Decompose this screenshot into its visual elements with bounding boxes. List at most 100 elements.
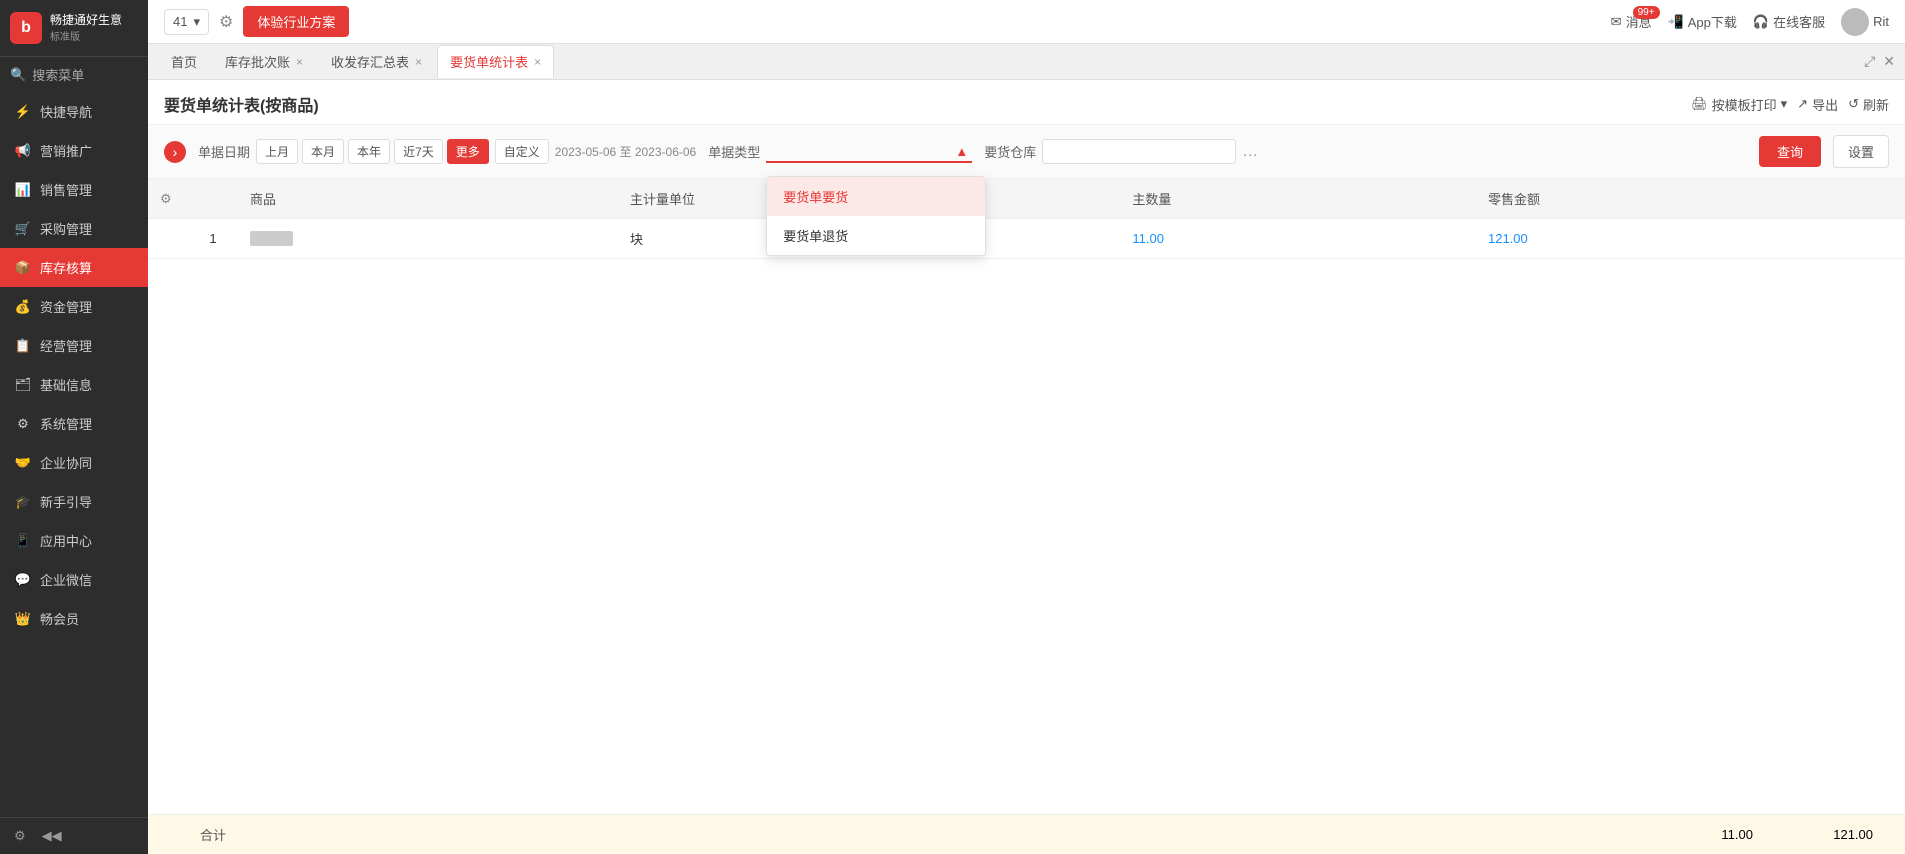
type-option-order-goods[interactable]: 要货单要货 (767, 177, 985, 216)
messages-btn[interactable]: ✉ 消息 99+ (1611, 12, 1652, 31)
col-product: 商品 (238, 179, 618, 219)
collapse-icon[interactable]: ◀◀ (42, 828, 62, 844)
sidebar-item-label: 基础信息 (40, 375, 92, 394)
sidebar-item-operation[interactable]: 📋 经营管理 (0, 326, 148, 365)
online-service-btn[interactable]: 🎧 在线客服 (1753, 12, 1825, 31)
settings-footer-icon[interactable]: ⚙ (14, 828, 26, 844)
column-settings-icon[interactable]: ⚙ (160, 191, 172, 206)
apps-icon: 📱 (14, 533, 32, 549)
tab-batch-close[interactable]: × (296, 55, 303, 69)
type-select-arrow[interactable]: ▲ (955, 144, 968, 159)
quick-nav-icon: ⚡ (14, 104, 32, 120)
refresh-btn[interactable]: ↺ 刷新 (1848, 95, 1889, 114)
sidebar-item-vip[interactable]: 👑 畅会员 (0, 599, 148, 638)
refresh-icon: ↺ (1848, 96, 1859, 112)
footer-amount: 121.00 (1773, 827, 1893, 842)
date-btn-more[interactable]: 更多 (447, 139, 489, 164)
tab-collect-summary[interactable]: 收发存汇总表 × (318, 45, 435, 78)
export-label: 导出 (1812, 95, 1838, 114)
app-sub: 标准版 (50, 28, 122, 43)
date-btn-prev-month[interactable]: 上月 (256, 139, 298, 164)
page-header: 要货单统计表(按商品) 🖨 按模板打印 ▾ ↗ 导出 ↺ 刷新 (148, 80, 1905, 125)
table-footer: 合计 11.00 121.00 (148, 814, 1905, 854)
search-btn[interactable]: 查询 (1759, 136, 1821, 167)
sidebar-item-wechat[interactable]: 💬 企业微信 (0, 560, 148, 599)
user-menu[interactable]: Rit (1841, 8, 1889, 36)
type-option-order-return[interactable]: 要货单退货 (767, 216, 985, 255)
sidebar-search[interactable]: 🔍 搜索菜单 (0, 57, 148, 92)
date-btn-this-month[interactable]: 本月 (302, 139, 344, 164)
sidebar-item-finance[interactable]: 💰 资金管理 (0, 287, 148, 326)
avatar (1841, 8, 1869, 36)
sidebar-item-label: 快捷导航 (40, 102, 92, 121)
company-selector[interactable]: 41 ▾ (164, 9, 209, 35)
sidebar: b 畅捷通好生意 标准版 🔍 搜索菜单 ⚡ 快捷导航 📢 营销推广 📊 销售管理… (0, 0, 148, 854)
app-download-btn[interactable]: 📲 App下载 (1668, 12, 1737, 31)
sidebar-item-quick-nav[interactable]: ⚡ 快捷导航 (0, 92, 148, 131)
trial-btn[interactable]: 体验行业方案 (243, 6, 349, 37)
date-custom-btn[interactable]: 自定义 (495, 139, 549, 164)
sidebar-item-label: 企业微信 (40, 570, 92, 589)
messages-badge: 99+ (1633, 6, 1660, 19)
page-title: 要货单统计表(按商品) (164, 92, 319, 116)
tab-collect-label: 收发存汇总表 (331, 52, 409, 71)
date-btn-last-7-days[interactable]: 近7天 (394, 139, 443, 164)
print-icon: 🖨 (1691, 96, 1708, 112)
operation-icon: 📋 (14, 338, 32, 354)
message-icon: ✉ (1611, 14, 1622, 30)
sidebar-item-guide[interactable]: 🎓 新手引导 (0, 482, 148, 521)
sidebar-item-marketing[interactable]: 📢 营销推广 (0, 131, 148, 170)
tab-home[interactable]: 首页 (158, 45, 210, 78)
export-icon: ↗ (1797, 96, 1808, 112)
tab-expand-icon[interactable]: ⤢ (1864, 53, 1875, 70)
tab-collect-close[interactable]: × (415, 55, 422, 69)
tab-order-stats[interactable]: 要货单统计表 × (437, 45, 554, 78)
sidebar-item-collab[interactable]: 🤝 企业协同 (0, 443, 148, 482)
sidebar-nav: ⚡ 快捷导航 📢 营销推广 📊 销售管理 🛒 采购管理 📦 库存核算 💰 资金管… (0, 92, 148, 817)
export-btn[interactable]: ↗ 导出 (1797, 95, 1838, 114)
settings-btn[interactable]: 设置 (1833, 135, 1889, 168)
company-value: 41 (173, 14, 187, 29)
sidebar-item-label: 销售管理 (40, 180, 92, 199)
print-btn[interactable]: 🖨 按模板打印 ▾ (1691, 95, 1787, 114)
row-quantity[interactable]: 11.00 (1120, 219, 1476, 259)
service-label: 在线客服 (1773, 12, 1825, 31)
sidebar-item-apps[interactable]: 📱 应用中心 (0, 521, 148, 560)
filter-toggle-btn[interactable]: › (164, 141, 186, 163)
tab-close-all-icon[interactable]: ✕ (1883, 53, 1895, 70)
sidebar-item-label: 应用中心 (40, 531, 92, 550)
sidebar-item-inventory[interactable]: 📦 库存核算 (0, 248, 148, 287)
table-container: ⚙ 商品 主计量单位 主数量 零售金额 1 (148, 179, 1905, 814)
warehouse-input[interactable] (1042, 139, 1236, 164)
tab-home-label: 首页 (171, 52, 197, 71)
purchase-icon: 🛒 (14, 221, 32, 237)
filter-more-icon[interactable]: … (1242, 143, 1258, 161)
sidebar-item-purchase[interactable]: 🛒 采购管理 (0, 209, 148, 248)
table-header-row: ⚙ 商品 主计量单位 主数量 零售金额 (148, 179, 1905, 219)
system-icon: ⚙ (14, 416, 32, 432)
sidebar-item-label: 新手引导 (40, 492, 92, 511)
refresh-label: 刷新 (1863, 95, 1889, 114)
filter-area: › 单据日期 上月 本月 本年 近7天 更多 自定义 2023-05-06 至 … (148, 125, 1905, 179)
date-btn-this-year[interactable]: 本年 (348, 139, 390, 164)
top-header: 41 ▾ ⚙ 体验行业方案 ✉ 消息 99+ 📲 App下载 🎧 在线客服 R (148, 0, 1905, 44)
sidebar-item-system[interactable]: ⚙ 系统管理 (0, 404, 148, 443)
type-select[interactable]: ▲ 要货单要货 要货单退货 (766, 140, 972, 163)
type-input[interactable] (766, 140, 972, 163)
tab-order-close[interactable]: × (534, 55, 541, 69)
col-settings: ⚙ (148, 179, 188, 219)
vip-icon: 👑 (14, 611, 32, 627)
tab-batch-account[interactable]: 库存批次账 × (212, 45, 316, 78)
basic-icon: 🗂 (14, 377, 32, 393)
tab-order-label: 要货单统计表 (450, 52, 528, 71)
col-amount: 零售金额 (1476, 179, 1905, 219)
header-settings-icon[interactable]: ⚙ (219, 12, 233, 32)
type-filter-label: 单据类型 (708, 142, 760, 161)
sidebar-item-sales[interactable]: 📊 销售管理 (0, 170, 148, 209)
sidebar-item-basic[interactable]: 🗂 基础信息 (0, 365, 148, 404)
inventory-icon: 📦 (14, 260, 32, 276)
guide-icon: 🎓 (14, 494, 32, 510)
sidebar-item-label: 采购管理 (40, 219, 92, 238)
row-amount[interactable]: 121.00 (1476, 219, 1905, 259)
marketing-icon: 📢 (14, 143, 32, 159)
